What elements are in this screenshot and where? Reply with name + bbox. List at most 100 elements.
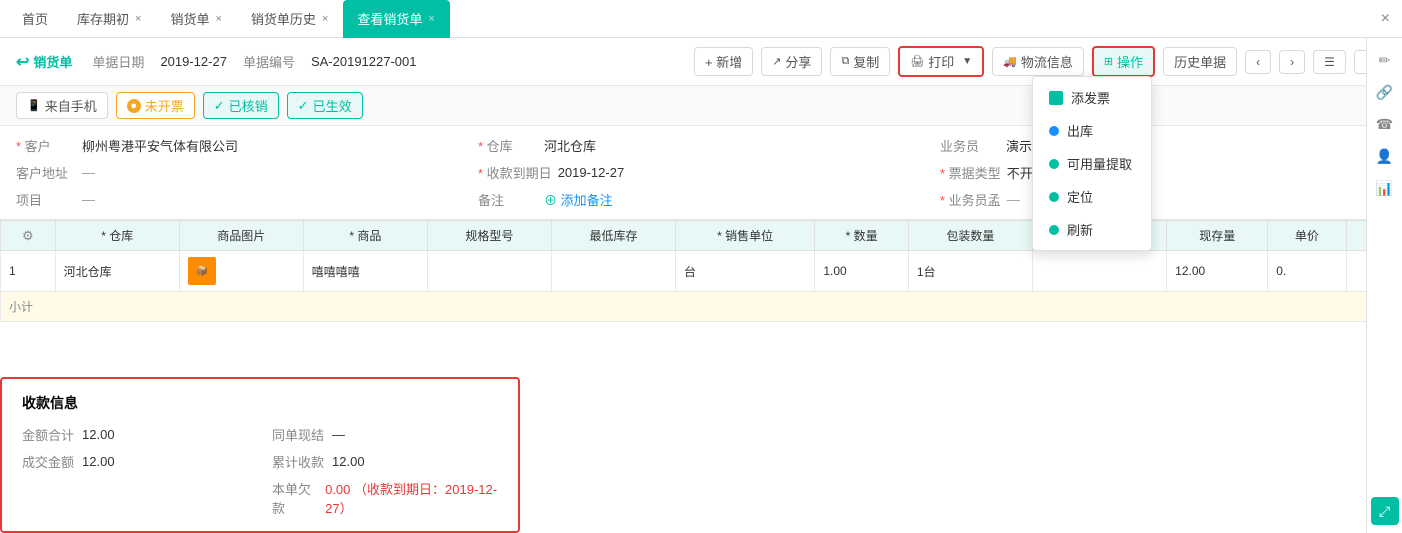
payment-title: 收款信息: [22, 393, 498, 413]
new-button[interactable]: + 新增: [694, 47, 753, 76]
total-value: 12.00: [82, 427, 115, 442]
cell-unit: 台: [675, 251, 814, 292]
warehouse-value: 河北仓库: [544, 136, 596, 155]
tab-close-inventory[interactable]: ×: [135, 13, 141, 25]
action-menu: 添发票 出库 可用量提取 定位 刷新: [1032, 76, 1152, 251]
remark-field: 备注 ⊕ 添加备注: [478, 190, 924, 209]
tab-close-view[interactable]: ×: [428, 13, 434, 25]
col-qty: * 数量: [815, 221, 909, 251]
due-label: 本单欠款: [272, 479, 317, 517]
payment-date-value: 2019-12-27: [558, 165, 625, 180]
payment-total-row: 金额合计 12.00: [22, 425, 248, 444]
remark-label: 备注: [478, 190, 538, 209]
customer-field: 客户 柳州粤港平安气体有限公司: [16, 136, 462, 155]
cell-qty: 1.00: [815, 251, 909, 292]
print-button[interactable]: 🖨 打印 ▼: [898, 46, 984, 77]
menu-item-add-invoice[interactable]: 添发票: [1033, 81, 1151, 114]
cell-avail-qty: [1032, 251, 1166, 292]
confirmed-button[interactable]: ✓ 已核销: [203, 92, 279, 119]
due-value: 0.00 （收款到期日：2019-12-27）: [325, 479, 498, 517]
tab-bar: 首页 库存期初 × 销货单 × 销货单历史 × 查看销货单 × ×: [0, 0, 1402, 38]
cell-no: 1: [1, 251, 56, 292]
col-pkg-qty: 包装数量: [908, 221, 1032, 251]
menu-item-qty-extract[interactable]: 可用量提取: [1033, 147, 1151, 180]
same-order-value: —: [332, 427, 345, 442]
cumulative-value: 12.00: [332, 454, 365, 469]
staff2-field: 业务员孟 —: [940, 190, 1386, 209]
col-stock: 现存量: [1167, 221, 1268, 251]
col-unit: * 销售单位: [675, 221, 814, 251]
address-label: 客户地址: [16, 163, 76, 182]
second-toolbar: 📱 来自手机 ● 未开票 ✓ 已核销 ✓ 已生效: [0, 86, 1402, 126]
staff-label: 业务员: [940, 136, 1000, 155]
col-settings: ⚙: [1, 221, 56, 251]
cell-spec: [427, 251, 551, 292]
sidebar-expand-btn[interactable]: ⤢: [1371, 497, 1399, 525]
tab-sales-order[interactable]: 销货单 ×: [156, 0, 236, 38]
product-image: 📦: [188, 257, 216, 285]
operation-button[interactable]: ⊞ 操作: [1092, 46, 1155, 77]
next-button[interactable]: ›: [1279, 50, 1305, 74]
tab-close-history[interactable]: ×: [322, 13, 328, 25]
toolbar: + 新增 ↗ 分享 ⧉ 复制 🖨 打印 ▼ 🚚 物流信息 ⊞ 操作: [694, 46, 1386, 77]
menu-item-refresh[interactable]: 刷新: [1033, 213, 1151, 246]
staff2-value: —: [1007, 192, 1020, 207]
add-remark-button[interactable]: ⊕ 添加备注: [544, 190, 613, 209]
sidebar-user-btn[interactable]: 👤: [1371, 142, 1399, 170]
col-warehouse: * 仓库: [55, 221, 179, 251]
cumulative-label: 累计收款: [272, 452, 324, 471]
tab-close-sales[interactable]: ×: [215, 13, 221, 25]
payment-date-label: 收款到期日: [478, 163, 552, 182]
sidebar-phone-btn[interactable]: ☎: [1371, 110, 1399, 138]
transaction-value: 12.00: [82, 454, 115, 469]
menu-item-locate[interactable]: 定位: [1033, 180, 1151, 213]
logistics-button[interactable]: 🚚 物流信息: [992, 47, 1084, 76]
outbound-icon: [1049, 126, 1059, 136]
payment-transaction-row: 成交金额 12.00: [22, 452, 248, 471]
payment-due-row: 本单欠款 0.00 （收款到期日：2019-12-27）: [272, 479, 498, 517]
tab-home[interactable]: 首页: [8, 0, 63, 38]
staff2-label: 业务员孟: [940, 190, 1001, 209]
payment-grid: 金额合计 12.00 同单现结 — 成交金额 12.00 累计收款 12.00 …: [22, 425, 498, 517]
subtotal-row: 小计: [1, 292, 1402, 322]
history-button[interactable]: 历史单据: [1163, 47, 1237, 76]
sidebar-chart-btn[interactable]: 📊: [1371, 174, 1399, 202]
right-sidebar: ✏ 🔗 ☎ 👤 📊 ⤢: [1366, 38, 1402, 533]
col-min-stock: 最低库存: [551, 221, 675, 251]
list-view-button[interactable]: ☰: [1313, 50, 1346, 74]
locate-icon: [1049, 192, 1059, 202]
col-product: * 商品: [303, 221, 427, 251]
prev-button[interactable]: ‹: [1245, 50, 1271, 74]
sidebar-edit-btn[interactable]: ✏: [1371, 46, 1399, 74]
warehouse-label: 仓库: [478, 136, 538, 155]
menu-item-outbound[interactable]: 出库: [1033, 114, 1151, 147]
copy-button[interactable]: ⧉ 复制: [830, 47, 890, 76]
effective-button[interactable]: ✓ 已生效: [287, 92, 363, 119]
from-phone-button[interactable]: 📱 来自手机: [16, 92, 108, 119]
warehouse-field: 仓库 河北仓库: [478, 136, 924, 155]
settings-icon[interactable]: ⚙: [22, 228, 34, 243]
col-spec: 规格型号: [427, 221, 551, 251]
table-header-row: ⚙ * 仓库 商品图片 * 商品 规格型号 最低库存 * 销售单位 * 数量 包…: [1, 221, 1402, 251]
cell-product: 嘻嘻嘻嘻: [303, 251, 427, 292]
qty-extract-icon: [1049, 159, 1059, 169]
project-field: 项目 —: [16, 190, 462, 209]
share-button[interactable]: ↗ 分享: [761, 47, 822, 76]
tab-view-sales[interactable]: 查看销货单 ×: [343, 0, 449, 38]
tab-inventory-init[interactable]: 库存期初 ×: [63, 0, 156, 38]
tab-sales-history[interactable]: 销货单历史 ×: [237, 0, 343, 38]
cell-warehouse: 河北仓库: [55, 251, 179, 292]
col-img: 商品图片: [179, 221, 303, 251]
customer-value: 柳州粤港平安气体有限公司: [82, 136, 238, 155]
payment-same-order-row: 同单现结 —: [272, 425, 498, 444]
form-row-1: 客户 柳州粤港平安气体有限公司 仓库 河北仓库 业务员 演示账号: [16, 136, 1386, 155]
form-row-3: 项目 — 备注 ⊕ 添加备注 业务员孟 —: [16, 190, 1386, 209]
main-content: ↩ 销货单 单据日期 2019-12-27 单据编号 SA-20191227-0…: [0, 38, 1402, 533]
total-label: 金额合计: [22, 425, 74, 444]
address-value: —: [82, 165, 95, 180]
sidebar-link-btn[interactable]: 🔗: [1371, 78, 1399, 106]
window-close-icon[interactable]: ×: [1381, 10, 1390, 28]
not-open-button[interactable]: ● 未开票: [116, 92, 195, 119]
form-row-2: 客户地址 — 收款到期日 2019-12-27 票据类型 不开票: [16, 163, 1386, 182]
payment-date-field: 收款到期日 2019-12-27: [478, 163, 924, 182]
